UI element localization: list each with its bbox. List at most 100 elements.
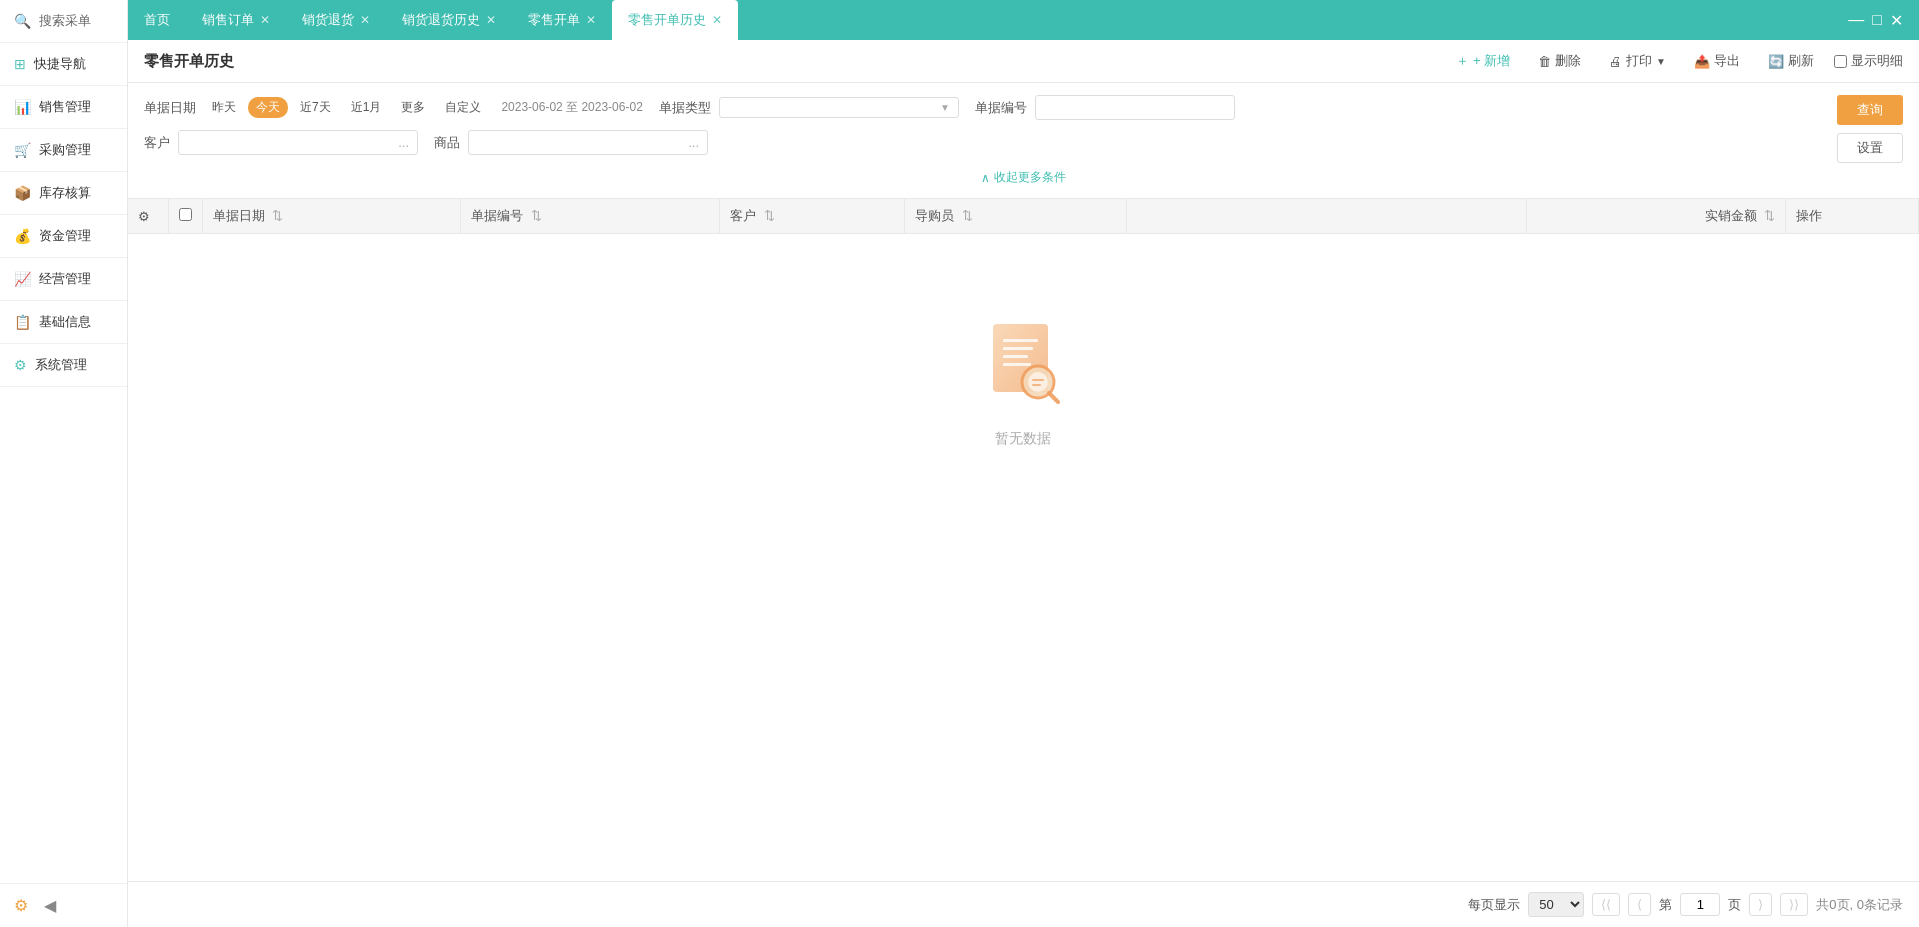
settings-bottom-icon[interactable]: ⚙ bbox=[14, 896, 28, 915]
empty-row: 暂无数据 bbox=[128, 234, 1919, 529]
svg-point-6 bbox=[1028, 372, 1048, 392]
th-checkbox[interactable] bbox=[168, 199, 202, 234]
doctype-dropdown-icon: ▼ bbox=[940, 102, 950, 113]
docno-input[interactable] bbox=[1035, 95, 1235, 120]
print-icon: 🖨 bbox=[1609, 54, 1622, 69]
customer-input[interactable]: ... bbox=[178, 130, 418, 155]
sidebar-item-sales-mgmt[interactable]: 📊 销售管理 bbox=[0, 86, 127, 129]
tab-sales-order-close[interactable]: ✕ bbox=[260, 13, 270, 27]
th-salesperson-label: 导购员 bbox=[915, 208, 954, 223]
date-btn-7days[interactable]: 近7天 bbox=[292, 97, 339, 118]
query-button[interactable]: 查询 bbox=[1837, 95, 1903, 125]
sidebar-item-label: 销售管理 bbox=[39, 98, 91, 116]
filter-goods-item: 商品 ... bbox=[434, 130, 708, 155]
th-date[interactable]: 单据日期 ⇅ bbox=[202, 199, 461, 234]
collapse-up-icon: ∧ bbox=[981, 171, 990, 185]
goods-input[interactable]: ... bbox=[468, 130, 708, 155]
sidebar-item-operations[interactable]: 📈 经营管理 bbox=[0, 258, 127, 301]
date-btn-today[interactable]: 今天 bbox=[248, 97, 288, 118]
add-button[interactable]: ＋ + 新增 bbox=[1448, 48, 1518, 74]
setting-button[interactable]: 设置 bbox=[1837, 133, 1903, 163]
svg-rect-9 bbox=[1032, 384, 1041, 386]
date-btn-custom[interactable]: 自定义 bbox=[437, 97, 489, 118]
doctype-select[interactable]: ▼ bbox=[719, 97, 959, 118]
th-no[interactable]: 单据编号 ⇅ bbox=[461, 199, 720, 234]
delete-button[interactable]: 🗑 删除 bbox=[1530, 48, 1589, 74]
filter-docno-item: 单据编号 bbox=[975, 95, 1235, 120]
print-button[interactable]: 🖨 打印 ▼ bbox=[1601, 48, 1674, 74]
tab-sales-order[interactable]: 销售订单 ✕ bbox=[186, 0, 286, 40]
customer-dots[interactable]: ... bbox=[398, 135, 409, 150]
prev-page-btn[interactable]: ⟨ bbox=[1628, 893, 1651, 916]
sidebar-item-sys-mgmt[interactable]: ⚙ 系统管理 bbox=[0, 344, 127, 387]
per-page-select[interactable]: 50 20 100 bbox=[1528, 892, 1584, 917]
sidebar-item-purchase-mgmt[interactable]: 🛒 采购管理 bbox=[0, 129, 127, 172]
table-header-row: ⚙ 单据日期 ⇅ 单据编号 ⇅ 客户 ⇅ bbox=[128, 199, 1919, 234]
tab-sales-order-label: 销售订单 bbox=[202, 11, 254, 29]
base-info-icon: 📋 bbox=[14, 314, 31, 330]
main-area: 首页 销售订单 ✕ 销货退货 ✕ 销货退货历史 ✕ 零售开单 ✕ 零售开单历史 … bbox=[128, 0, 1919, 927]
add-label: + 新增 bbox=[1473, 52, 1510, 70]
next-page-btn[interactable]: ⟩ bbox=[1749, 893, 1772, 916]
tab-sales-return-history-label: 销货退货历史 bbox=[402, 11, 480, 29]
sidebar-item-quick-nav[interactable]: ⊞ 快捷导航 bbox=[0, 43, 127, 86]
goods-dots[interactable]: ... bbox=[688, 135, 699, 150]
filter-doctype-item: 单据类型 ▼ bbox=[659, 97, 959, 118]
th-salesperson[interactable]: 导购员 ⇅ bbox=[905, 199, 1127, 234]
collapse-bar[interactable]: ∧ 收起更多条件 bbox=[144, 165, 1903, 190]
sidebar-item-base-info[interactable]: 📋 基础信息 bbox=[0, 301, 127, 344]
minimize-btn[interactable]: — bbox=[1848, 11, 1864, 29]
display-detail-label: 显示明细 bbox=[1851, 52, 1903, 70]
collapse-label: 收起更多条件 bbox=[994, 169, 1066, 186]
sidebar-item-label: 系统管理 bbox=[35, 356, 87, 374]
data-table: ⚙ 单据日期 ⇅ 单据编号 ⇅ 客户 ⇅ bbox=[128, 199, 1919, 528]
per-page-label: 每页显示 bbox=[1468, 896, 1520, 914]
pagination: 每页显示 50 20 100 ⟨⟨ ⟨ 第 页 ⟩ ⟩⟩ 共0页, 0条记录 bbox=[128, 881, 1919, 927]
settings-icon[interactable]: ⚙ bbox=[138, 209, 150, 224]
delete-label: 删除 bbox=[1555, 52, 1581, 70]
sidebar-item-finance[interactable]: 💰 资金管理 bbox=[0, 215, 127, 258]
date-btn-yesterday[interactable]: 昨天 bbox=[204, 97, 244, 118]
date-btn-more[interactable]: 更多 bbox=[393, 97, 433, 118]
tab-retail-open-history-close[interactable]: ✕ bbox=[712, 13, 722, 27]
export-button[interactable]: 📤 导出 bbox=[1686, 48, 1748, 74]
th-customer[interactable]: 客户 ⇅ bbox=[720, 199, 905, 234]
date-btns: 昨天 今天 近7天 近1月 更多 自定义 bbox=[204, 97, 489, 118]
table-body: 暂无数据 bbox=[128, 234, 1919, 529]
sidebar-item-label: 经营管理 bbox=[39, 270, 91, 288]
svg-rect-4 bbox=[1003, 363, 1031, 366]
tab-sales-return[interactable]: 销货退货 ✕ bbox=[286, 0, 386, 40]
select-all-checkbox[interactable] bbox=[179, 208, 192, 221]
tab-home[interactable]: 首页 bbox=[128, 0, 186, 40]
page-number-input[interactable] bbox=[1680, 893, 1720, 916]
maximize-btn[interactable]: □ bbox=[1872, 11, 1882, 29]
collapse-sidebar-icon[interactable]: ◀ bbox=[44, 896, 56, 915]
print-label: 打印 bbox=[1626, 52, 1652, 70]
page-suffix-label: 页 bbox=[1728, 896, 1741, 914]
print-dropdown-icon: ▼ bbox=[1656, 56, 1666, 67]
th-settings[interactable]: ⚙ bbox=[128, 199, 168, 234]
display-detail-checkbox[interactable] bbox=[1834, 55, 1847, 68]
tab-sales-return-history[interactable]: 销货退货历史 ✕ bbox=[386, 0, 512, 40]
th-amount[interactable]: 实销金额 ⇅ bbox=[1527, 199, 1786, 234]
sidebar-search[interactable]: 🔍 搜索采单 bbox=[0, 0, 127, 43]
first-page-btn[interactable]: ⟨⟨ bbox=[1592, 893, 1620, 916]
close-btn-window[interactable]: ✕ bbox=[1890, 11, 1903, 30]
tab-retail-open[interactable]: 零售开单 ✕ bbox=[512, 0, 612, 40]
sidebar-item-label: 采购管理 bbox=[39, 141, 91, 159]
salesperson-sort-icon: ⇅ bbox=[962, 208, 973, 223]
filter-left: 单据日期 昨天 今天 近7天 近1月 更多 自定义 2023-06-02 至 2… bbox=[144, 95, 1821, 165]
operations-icon: 📈 bbox=[14, 271, 31, 287]
tab-sales-return-history-close[interactable]: ✕ bbox=[486, 13, 496, 27]
tab-retail-open-history[interactable]: 零售开单历史 ✕ bbox=[612, 0, 738, 40]
page-title: 零售开单历史 bbox=[144, 52, 1448, 71]
tab-sales-return-close[interactable]: ✕ bbox=[360, 13, 370, 27]
tab-retail-open-close[interactable]: ✕ bbox=[586, 13, 596, 27]
last-page-btn[interactable]: ⟩⟩ bbox=[1780, 893, 1808, 916]
filter-area: 单据日期 昨天 今天 近7天 近1月 更多 自定义 2023-06-02 至 2… bbox=[128, 83, 1919, 199]
display-detail-button[interactable]: 显示明细 bbox=[1834, 52, 1903, 70]
date-btn-1month[interactable]: 近1月 bbox=[343, 97, 390, 118]
refresh-button[interactable]: 🔄 刷新 bbox=[1760, 48, 1822, 74]
th-action-label: 操作 bbox=[1796, 208, 1822, 223]
sidebar-item-inventory[interactable]: 📦 库存核算 bbox=[0, 172, 127, 215]
